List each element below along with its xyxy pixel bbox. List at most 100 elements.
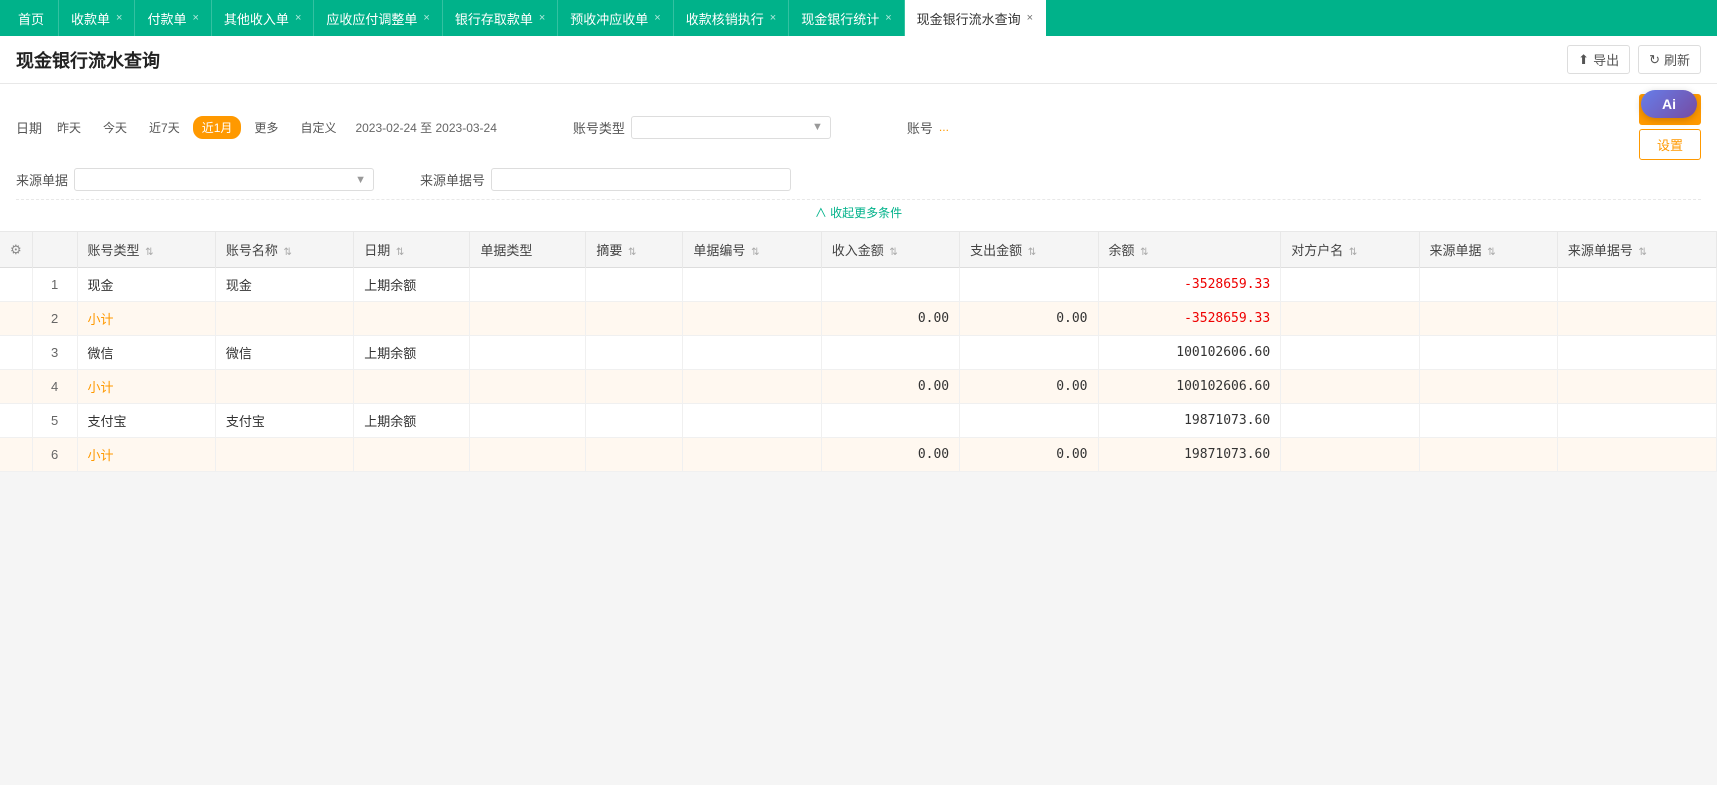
date-opt-yesterday[interactable]: 昨天 [48,116,90,139]
col-date[interactable]: 日期 ⇅ [354,232,470,268]
cell-source-doc-no [1557,438,1716,472]
export-icon: ⬆ [1578,52,1589,68]
date-opt-7days[interactable]: 近7天 [140,116,189,139]
col-doc-no[interactable]: 单据编号 ⇅ [683,232,821,268]
col-income[interactable]: 收入金额 ⇅ [821,232,959,268]
date-label: 日期 [16,118,42,137]
cell-source-doc [1419,438,1557,472]
cell-source-doc [1419,404,1557,438]
cell-doc-no [683,336,821,370]
cell-doc-no [683,268,821,302]
refresh-button[interactable]: ↻ 刷新 [1638,45,1701,74]
nav-tab-liushui[interactable]: 现金银行流水查询 × [905,0,1046,36]
cell-source-doc-no [1557,336,1716,370]
source-doc-select[interactable] [74,168,374,191]
account-type-select[interactable] [631,116,831,139]
cell-expense: 0.00 [960,302,1098,336]
cell-num: 4 [32,370,77,404]
account-more-btn[interactable]: ... [939,120,949,134]
close-tab-6[interactable]: × [770,12,776,24]
nav-tab-yushouchong[interactable]: 预收冲应收单 × [558,0,673,36]
settings-button[interactable]: 设置 [1639,129,1701,160]
table-settings-col[interactable]: ⚙ [0,232,32,268]
account-type-filter-group: 账号类型 ▼ [573,116,831,139]
close-tab-5[interactable]: × [654,12,660,24]
date-opt-more[interactable]: 更多 [245,116,287,139]
ai-badge[interactable]: Ai [1641,90,1697,118]
cell-balance: 19871073.60 [1098,404,1281,438]
page-title: 现金银行流水查询 [16,47,160,73]
cell-settings [0,336,32,370]
cell-settings [0,404,32,438]
close-tab-3[interactable]: × [423,12,429,24]
cell-balance: -3528659.33 [1098,268,1281,302]
col-source-doc[interactable]: 来源单据 ⇅ [1419,232,1557,268]
table-row[interactable]: 2 小计 0.00 0.00 -3528659.33 [0,302,1717,336]
cell-income [821,404,959,438]
nav-home[interactable]: 首页 [4,0,59,36]
table-container: ⚙ 账号类型 ⇅ 账号名称 ⇅ 日期 ⇅ 单据类型 摘要 [0,232,1717,472]
collapse-bar[interactable]: ∧ 收起更多条件 [16,199,1701,225]
close-tab-7[interactable]: × [885,12,891,24]
sort-arrows-summary: ⇅ [628,247,636,258]
cell-settings [0,268,32,302]
nav-tab-yinhangcunqu[interactable]: 银行存取款单 × [443,0,558,36]
cell-account-name [215,302,353,336]
cell-counterpart [1281,404,1419,438]
col-expense[interactable]: 支出金额 ⇅ [960,232,1098,268]
nav-tab-shoukuanxiaoxiao[interactable]: 收款核销执行 × [674,0,789,36]
table-row[interactable]: 4 小计 0.00 0.00 100102606.60 [0,370,1717,404]
table-row[interactable]: 6 小计 0.00 0.00 19871073.60 [0,438,1717,472]
cell-source-doc-no [1557,302,1716,336]
nav-tab-fukuandan[interactable]: 付款单 × [135,0,211,36]
account-filter-group: 账号 ... [907,118,949,137]
close-tab-0[interactable]: × [116,12,122,24]
nav-tab-shoukuandan[interactable]: 收款单 × [59,0,135,36]
nav-tab-yingshouyingfu[interactable]: 应收应付调整单 × [314,0,442,36]
date-opt-today[interactable]: 今天 [94,116,136,139]
col-summary[interactable]: 摘要 ⇅ [586,232,683,268]
col-counterpart[interactable]: 对方户名 ⇅ [1281,232,1419,268]
source-doc-label: 来源单据 [16,170,68,189]
table-row[interactable]: 5 支付宝 支付宝 上期余额 19871073.60 [0,404,1717,438]
cell-num: 3 [32,336,77,370]
nav-tab-qitashourudan[interactable]: 其他收入单 × [212,0,314,36]
source-doc-no-input[interactable] [491,168,791,191]
table-row[interactable]: 3 微信 微信 上期余额 100102606.60 [0,336,1717,370]
sort-arrows-balance: ⇅ [1140,247,1148,258]
cell-counterpart [1281,438,1419,472]
col-account-name[interactable]: 账号名称 ⇅ [215,232,353,268]
cell-source-doc [1419,302,1557,336]
cell-income [821,268,959,302]
close-tab-2[interactable]: × [295,12,301,24]
close-tab-8[interactable]: × [1027,12,1033,24]
cell-expense: 0.00 [960,370,1098,404]
export-button[interactable]: ⬆ 导出 [1567,45,1630,74]
date-filter-group: 日期 昨天 今天 近7天 近1月 更多 自定义 2023-02-24 至 202… [16,116,497,139]
refresh-icon: ↻ [1649,52,1660,68]
cell-balance: -3528659.33 [1098,302,1281,336]
col-balance[interactable]: 余额 ⇅ [1098,232,1281,268]
cell-account-type: 微信 [77,336,215,370]
cell-date [354,438,470,472]
cell-balance: 19871073.60 [1098,438,1281,472]
close-tab-4[interactable]: × [539,12,545,24]
cell-counterpart [1281,268,1419,302]
cell-source-doc [1419,268,1557,302]
header-actions: ⬆ 导出 ↻ 刷新 [1567,45,1701,74]
date-opt-1month[interactable]: 近1月 [193,116,242,139]
cell-income: 0.00 [821,370,959,404]
col-account-type[interactable]: 账号类型 ⇅ [77,232,215,268]
source-doc-no-filter-group: 来源单据号 [420,168,791,191]
table-row[interactable]: 1 现金 现金 上期余额 -3528659.33 [0,268,1717,302]
cell-summary [586,370,683,404]
cell-date [354,302,470,336]
cell-doc-no [683,370,821,404]
cell-summary [586,336,683,370]
close-tab-1[interactable]: × [192,12,198,24]
col-source-doc-no[interactable]: 来源单据号 ⇅ [1557,232,1716,268]
nav-tab-xianjinyinhang-tongji[interactable]: 现金银行统计 × [789,0,904,36]
date-opt-custom[interactable]: 自定义 [291,116,345,139]
cell-num: 6 [32,438,77,472]
date-options: 昨天 今天 近7天 近1月 更多 自定义 [48,116,345,139]
